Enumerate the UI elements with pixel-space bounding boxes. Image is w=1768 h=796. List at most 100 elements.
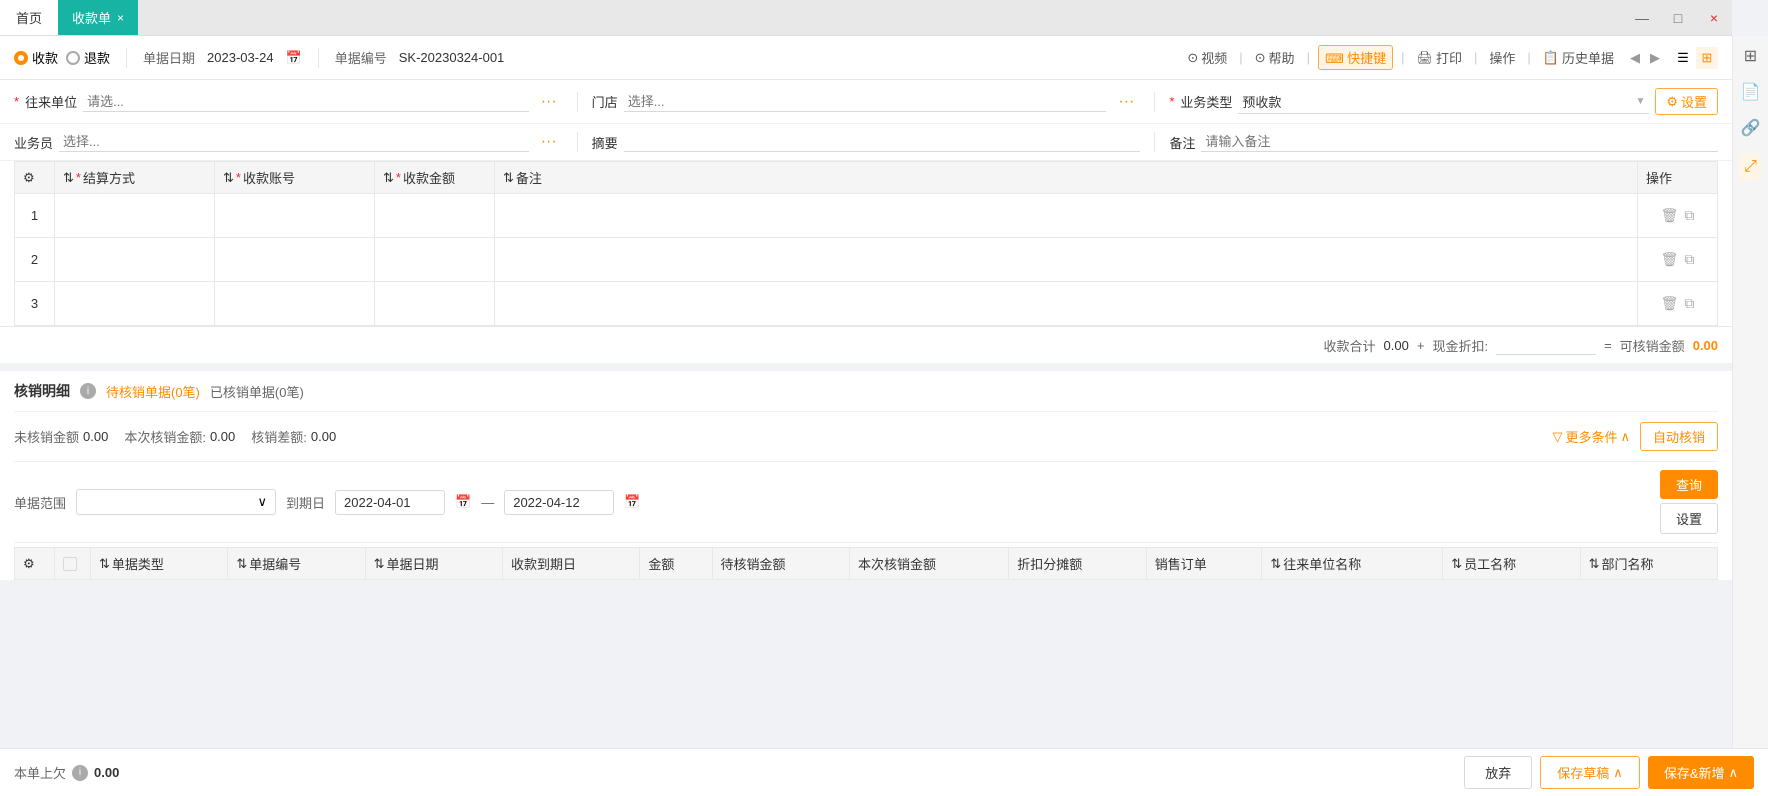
print-label: 打印 bbox=[1436, 48, 1462, 67]
sort-icon-4: ⇅ bbox=[503, 170, 514, 186]
sidebar-link-icon[interactable]: 🔗 bbox=[1741, 118, 1761, 138]
next-arrow[interactable]: ▶ bbox=[1646, 49, 1664, 67]
remark-label: 备注 bbox=[1169, 133, 1195, 152]
remark-cell-2[interactable] bbox=[495, 238, 1638, 282]
select-all-checkbox[interactable] bbox=[63, 557, 77, 571]
settlement-cell-2[interactable] bbox=[55, 238, 215, 282]
nav-arrows: ◀ ▶ bbox=[1626, 49, 1664, 67]
settlement-header[interactable]: ⇅ * 结算方式 bbox=[55, 162, 215, 194]
calendar-icon-3[interactable]: 📅 bbox=[624, 494, 640, 510]
quickkey-btn[interactable]: ⌨ 快捷键 bbox=[1318, 45, 1393, 70]
sort-icon-2: ⇅ bbox=[223, 170, 234, 186]
salesperson-more-btn[interactable]: ··· bbox=[535, 133, 563, 151]
tab-home[interactable]: 首页 bbox=[0, 0, 58, 35]
pending-verify-header: 待核销金额 bbox=[712, 548, 849, 580]
video-btn[interactable]: ⊙ 视频 bbox=[1183, 46, 1231, 69]
tab-receipt[interactable]: 收款单 × bbox=[58, 0, 138, 35]
video-label: 视频 bbox=[1201, 48, 1227, 67]
prev-arrow[interactable]: ◀ bbox=[1626, 49, 1644, 67]
settlement-cell-1[interactable] bbox=[55, 194, 215, 238]
amount-cell-1[interactable] bbox=[375, 194, 495, 238]
discount-label: 现金折扣: bbox=[1432, 336, 1488, 355]
right-sidebar: ⊞ 📄 🔗 ⤢ bbox=[1732, 36, 1768, 796]
account-cell-2[interactable] bbox=[215, 238, 375, 282]
history-btn[interactable]: 📋 历史单据 bbox=[1539, 46, 1618, 69]
copy-icon-3[interactable]: ⧉ bbox=[1684, 295, 1694, 312]
sidebar-expand-icon[interactable]: ⤢ bbox=[1740, 154, 1761, 180]
info-icon[interactable]: i bbox=[80, 383, 96, 399]
stats-right: ▽ 更多条件 ∧ 自动核销 bbox=[1552, 422, 1718, 451]
delete-icon-2[interactable]: 🗑 bbox=[1661, 251, 1679, 268]
account-cell-3[interactable] bbox=[215, 282, 375, 326]
grid-view-btn[interactable]: ⊞ bbox=[1696, 47, 1718, 69]
abandon-button[interactable]: 放弃 bbox=[1464, 756, 1532, 789]
store-more-btn[interactable]: ··· bbox=[1112, 93, 1140, 111]
settings-button-2[interactable]: 设置 bbox=[1660, 503, 1718, 534]
remark-cell-1[interactable] bbox=[495, 194, 1638, 238]
close-window-button[interactable]: × bbox=[1696, 0, 1732, 36]
remark-header[interactable]: ⇅ 备注 bbox=[495, 162, 1638, 194]
receipt-radio[interactable]: 收款 bbox=[14, 48, 58, 67]
amount-header[interactable]: ⇅ * 收款金额 bbox=[375, 162, 495, 194]
save-new-button[interactable]: 保存&新增 ∧ bbox=[1648, 756, 1754, 789]
date-value: 2023-03-24 bbox=[207, 50, 274, 65]
date-to-input[interactable] bbox=[504, 490, 614, 515]
gear-header[interactable]: ⚙ bbox=[15, 162, 55, 194]
more-conditions-btn[interactable]: ▽ 更多条件 ∧ bbox=[1552, 427, 1630, 446]
store-field: 门店 ··· bbox=[592, 92, 1141, 112]
done-tab[interactable]: 已核销单据(0笔) bbox=[210, 382, 304, 401]
tab-close-icon[interactable]: × bbox=[117, 11, 124, 25]
calendar-icon[interactable]: 📅 bbox=[286, 50, 302, 66]
settings-label-2: 设置 bbox=[1676, 512, 1702, 527]
discount-input[interactable] bbox=[1496, 335, 1596, 355]
account-cell-1[interactable] bbox=[215, 194, 375, 238]
remark-cell-3[interactable] bbox=[495, 282, 1638, 326]
gear-header-2[interactable]: ⚙ bbox=[15, 548, 55, 580]
copy-icon-1[interactable]: ⧉ bbox=[1684, 207, 1694, 224]
summary-input[interactable] bbox=[624, 132, 1141, 152]
account-header[interactable]: ⇅ * 收款账号 bbox=[215, 162, 375, 194]
remark-input[interactable] bbox=[1201, 132, 1718, 152]
maximize-button[interactable]: □ bbox=[1660, 0, 1696, 36]
business-type-dropdown[interactable]: 预收款 ▼ bbox=[1238, 90, 1649, 114]
print-btn[interactable]: 🖨 打印 bbox=[1412, 46, 1466, 69]
sidebar-document-icon[interactable]: 📄 bbox=[1741, 82, 1761, 102]
settlement-cell-3[interactable] bbox=[55, 282, 215, 326]
receipt-radio-dot bbox=[14, 51, 28, 65]
settings-button[interactable]: ⚙ 设置 bbox=[1655, 88, 1718, 115]
footer-info-icon[interactable]: i bbox=[72, 765, 88, 781]
refund-radio[interactable]: 退款 bbox=[66, 48, 110, 67]
pending-tab[interactable]: 待核销单据(0笔) bbox=[106, 382, 200, 401]
date-range-sep: — bbox=[481, 495, 494, 510]
salesperson-input[interactable] bbox=[59, 132, 529, 152]
amount-cell-2[interactable] bbox=[375, 238, 495, 282]
copy-icon-2[interactable]: ⧉ bbox=[1684, 251, 1694, 268]
sort-employee: ⇅ bbox=[1451, 556, 1462, 572]
action-cell-1: 🗑 ⧉ bbox=[1638, 194, 1718, 238]
current-value: 0.00 bbox=[94, 765, 119, 780]
sidebar-table-icon[interactable]: ⊞ bbox=[1744, 46, 1757, 66]
calendar-icon-2[interactable]: 📅 bbox=[455, 494, 471, 510]
table-row: 2 🗑 ⧉ bbox=[15, 238, 1718, 282]
auto-verify-button[interactable]: 自动核销 bbox=[1640, 422, 1718, 451]
checkbox-header[interactable] bbox=[55, 548, 91, 580]
list-view-btn[interactable]: ☰ bbox=[1672, 47, 1694, 69]
store-input[interactable] bbox=[624, 92, 1107, 112]
delete-icon-3[interactable]: 🗑 bbox=[1661, 295, 1679, 312]
separator-1 bbox=[577, 92, 578, 112]
counterpart-input[interactable] bbox=[83, 92, 529, 112]
operation-btn[interactable]: 操作 bbox=[1485, 46, 1519, 69]
query-button[interactable]: 查询 bbox=[1660, 470, 1718, 499]
filter-buttons: 查询 设置 bbox=[1660, 470, 1718, 534]
draft-button[interactable]: 保存草稿 ∧ bbox=[1540, 756, 1640, 789]
minimize-button[interactable]: — bbox=[1624, 0, 1660, 36]
gear-icon: ⚙ bbox=[23, 170, 35, 185]
delete-icon-1[interactable]: 🗑 bbox=[1661, 207, 1679, 224]
range-dropdown[interactable]: ∨ bbox=[76, 489, 276, 515]
available-value: 0.00 bbox=[1693, 338, 1718, 353]
counterpart-more-btn[interactable]: ··· bbox=[535, 93, 563, 111]
print-icon: 🖨 bbox=[1416, 50, 1433, 66]
date-from-input[interactable] bbox=[335, 490, 445, 515]
help-btn[interactable]: ⊙ 帮助 bbox=[1251, 46, 1299, 69]
amount-cell-3[interactable] bbox=[375, 282, 495, 326]
